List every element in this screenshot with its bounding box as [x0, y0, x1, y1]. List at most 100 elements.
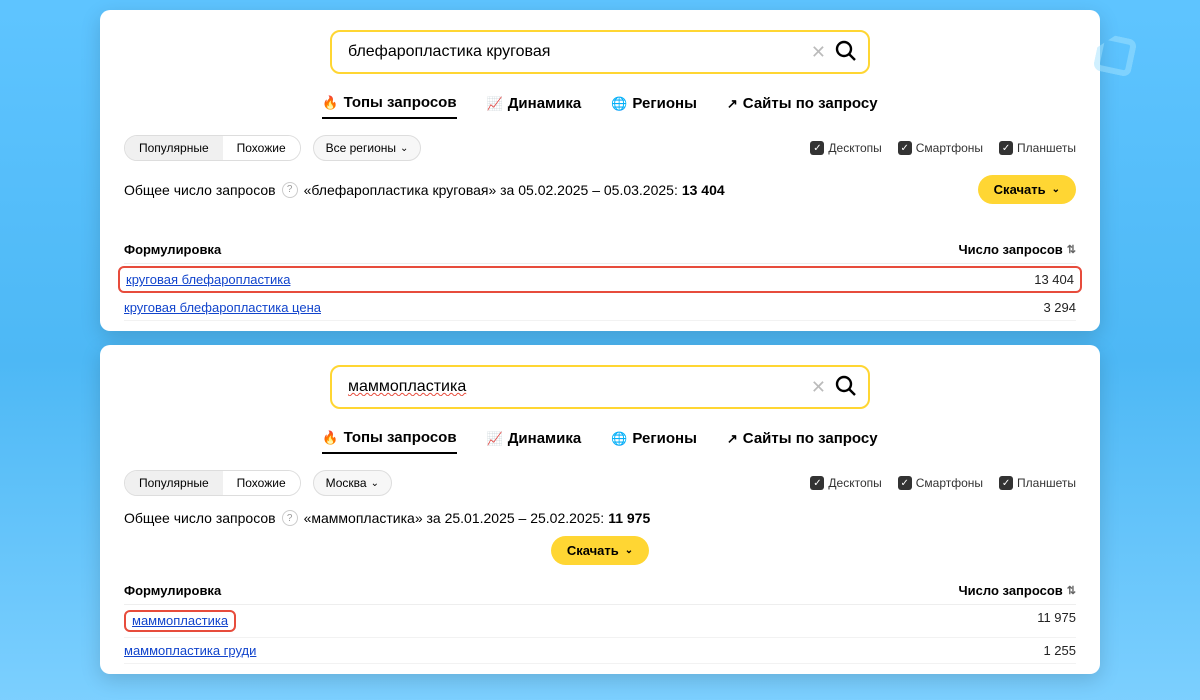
region-selector[interactable]: Москва ⌄	[313, 470, 392, 496]
pill-popular[interactable]: Популярные	[125, 136, 223, 160]
result-count: 13 404	[1034, 272, 1074, 287]
tab-label: Регионы	[632, 430, 696, 447]
table-header: Формулировка Число запросов ⇅	[124, 238, 1076, 264]
search-icon[interactable]	[834, 374, 858, 401]
summary-mid: «маммопластика» за 25.01.2025 – 25.02.20…	[304, 510, 605, 526]
check-icon: ✓	[898, 476, 912, 490]
tab-sites[interactable]: ↗ Сайты по запросу	[727, 94, 878, 119]
checkbox-label: Планшеты	[1017, 141, 1076, 155]
checkbox-tablet[interactable]: ✓ Планшеты	[999, 141, 1076, 155]
region-selector[interactable]: Все регионы ⌄	[313, 135, 422, 161]
pill-group: Популярные Похожие	[124, 135, 301, 161]
search-input[interactable]	[330, 30, 870, 74]
check-icon: ✓	[999, 141, 1013, 155]
col-count[interactable]: Число запросов ⇅	[959, 242, 1076, 257]
tab-label: Сайты по запросу	[743, 95, 878, 112]
result-count: 11 975	[1037, 610, 1076, 632]
summary-prefix: Общее число запросов	[124, 510, 276, 526]
pill-similar[interactable]: Похожие	[223, 471, 300, 495]
region-label: Все регионы	[326, 141, 396, 155]
checkbox-desktop[interactable]: ✓ Десктопы	[810, 141, 881, 155]
tab-label: Динамика	[508, 430, 581, 447]
tab-regions[interactable]: 🌐 Регионы	[611, 429, 697, 454]
highlighted-term: маммопластика	[124, 610, 236, 632]
region-label: Москва	[326, 476, 367, 490]
result-link[interactable]: маммопластика	[132, 613, 228, 628]
results-table: Формулировка Число запросов ⇅ круговая б…	[124, 238, 1076, 321]
summary-text: Общее число запросов ? «блефаропластика …	[124, 182, 725, 198]
download-button[interactable]: Скачать ⌄	[551, 536, 649, 565]
tab-dynamics[interactable]: 📈 Динамика	[487, 94, 582, 119]
check-icon: ✓	[810, 476, 824, 490]
col-count-label: Число запросов	[959, 242, 1063, 257]
summary-total: 11 975	[608, 510, 650, 526]
chevron-down-icon: ⌄	[400, 143, 408, 154]
search-box: ✕	[330, 365, 870, 409]
tabs: 🔥 Топы запросов 📈 Динамика 🌐 Регионы ↗ С…	[124, 429, 1076, 454]
sort-icon: ⇅	[1067, 584, 1076, 597]
checkbox-tablet[interactable]: ✓ Планшеты	[999, 476, 1076, 490]
clear-icon[interactable]: ✕	[811, 42, 826, 63]
help-icon[interactable]: ?	[282, 182, 298, 198]
checkbox-smartphone[interactable]: ✓ Смартфоны	[898, 141, 983, 155]
checkbox-label: Десктопы	[828, 476, 881, 490]
link-icon: ↗	[727, 96, 738, 112]
pill-similar[interactable]: Похожие	[223, 136, 300, 160]
summary-total: 13 404	[682, 182, 725, 198]
download-label: Скачать	[994, 182, 1046, 197]
device-filters: ✓ Десктопы ✓ Смартфоны ✓ Планшеты	[810, 141, 1076, 155]
filters-left: Популярные Похожие Все регионы ⌄	[124, 135, 421, 161]
checkbox-label: Десктопы	[828, 141, 881, 155]
table-row: маммопластика груди 1 255	[124, 638, 1076, 664]
table-row: маммопластика 11 975	[124, 605, 1076, 638]
tab-label: Регионы	[632, 95, 696, 112]
panel-2: ✕ 🔥 Топы запросов 📈 Динамика 🌐 Регионы ↗…	[100, 345, 1100, 674]
summary-text: Общее число запросов ? «маммопластика» з…	[124, 510, 650, 526]
globe-icon: 🌐	[611, 96, 627, 112]
result-count: 1 255	[1043, 643, 1076, 658]
help-icon[interactable]: ?	[282, 510, 298, 526]
clear-icon[interactable]: ✕	[811, 377, 826, 398]
result-link[interactable]: круговая блефаропластика	[126, 272, 290, 287]
tab-sites[interactable]: ↗ Сайты по запросу	[727, 429, 878, 454]
tab-tops[interactable]: 🔥 Топы запросов	[322, 94, 456, 119]
tab-tops[interactable]: 🔥 Топы запросов	[322, 429, 456, 454]
download-label: Скачать	[567, 543, 619, 558]
result-link[interactable]: круговая блефаропластика цена	[124, 300, 321, 315]
col-count-label: Число запросов	[959, 583, 1063, 598]
chevron-down-icon: ⌄	[1052, 184, 1060, 195]
checkbox-label: Планшеты	[1017, 476, 1076, 490]
check-icon: ✓	[898, 141, 912, 155]
pill-popular[interactable]: Популярные	[125, 471, 223, 495]
checkbox-desktop[interactable]: ✓ Десктопы	[810, 476, 881, 490]
download-button[interactable]: Скачать ⌄	[978, 175, 1076, 204]
panel-1: ✕ 🔥 Топы запросов 📈 Динамика 🌐 Регионы ↗…	[100, 10, 1100, 331]
results-table: Формулировка Число запросов ⇅ маммопласт…	[124, 579, 1076, 664]
tab-label: Топы запросов	[344, 429, 457, 446]
search-icon[interactable]	[834, 39, 858, 66]
sort-icon: ⇅	[1067, 243, 1076, 256]
result-link[interactable]: маммопластика груди	[124, 643, 256, 658]
link-icon: ↗	[727, 431, 738, 447]
chevron-down-icon: ⌄	[625, 545, 633, 556]
tab-regions[interactable]: 🌐 Регионы	[611, 94, 697, 119]
check-icon: ✓	[999, 476, 1013, 490]
summary-prefix: Общее число запросов	[124, 182, 276, 198]
tabs: 🔥 Топы запросов 📈 Динамика 🌐 Регионы ↗ С…	[124, 94, 1076, 119]
pill-group: Популярные Похожие	[124, 470, 301, 496]
chevron-down-icon: ⌄	[371, 478, 379, 489]
col-count[interactable]: Число запросов ⇅	[959, 583, 1076, 598]
table-row: круговая блефаропластика цена 3 294	[124, 295, 1076, 321]
globe-icon: 🌐	[611, 431, 627, 447]
summary-row: Общее число запросов ? «маммопластика» з…	[124, 510, 1076, 526]
summary-row: Общее число запросов ? «блефаропластика …	[124, 175, 1076, 204]
check-icon: ✓	[810, 141, 824, 155]
search-input[interactable]	[330, 365, 870, 409]
filters-left: Популярные Похожие Москва ⌄	[124, 470, 392, 496]
checkbox-smartphone[interactable]: ✓ Смартфоны	[898, 476, 983, 490]
tab-dynamics[interactable]: 📈 Динамика	[487, 429, 582, 454]
flame-icon: 🔥	[322, 95, 338, 111]
filter-row: Популярные Похожие Москва ⌄ ✓ Десктопы ✓…	[124, 470, 1076, 496]
download-center: Скачать ⌄	[124, 536, 1076, 565]
table-header: Формулировка Число запросов ⇅	[124, 579, 1076, 605]
